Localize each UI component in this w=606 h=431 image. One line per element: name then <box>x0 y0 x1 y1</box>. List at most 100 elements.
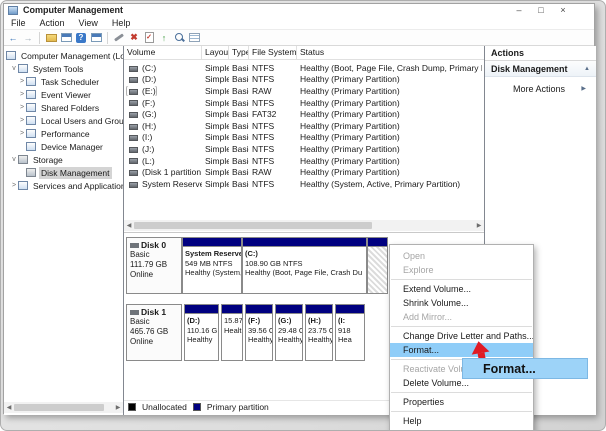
volume-row[interactable]: (I:) SimpleBasic NTFSHealthy (Primary Pa… <box>124 132 484 144</box>
minimize-button[interactable]: – <box>512 4 526 17</box>
partition-color-bar <box>306 305 332 314</box>
volume-row[interactable]: (G:) SimpleBasic FAT32Healthy (Primary P… <box>124 108 484 120</box>
collapse-icon[interactable]: ▲ <box>584 66 590 72</box>
scrollbar-thumb[interactable] <box>134 222 372 229</box>
properties-window-icon[interactable] <box>90 32 102 44</box>
more-actions-item[interactable]: More Actions ▶ <box>485 81 596 96</box>
chevron-collapsed-icon[interactable]: > <box>18 78 26 85</box>
panel-divider <box>124 232 484 233</box>
volume-row[interactable]: (H:) SimpleBasic NTFSHealthy (Primary Pa… <box>124 120 484 132</box>
tree-item-device-manager[interactable]: Device Manager <box>26 140 105 153</box>
partition-f[interactable]: (F:) 39.56 G Healthy <box>245 304 273 361</box>
tree-item-services-applications[interactable]: > Services and Applications <box>10 179 124 192</box>
search-icon[interactable] <box>173 32 185 44</box>
chevron-collapsed-icon[interactable]: > <box>18 130 26 137</box>
scroll-left-icon[interactable]: ◀ <box>4 404 14 411</box>
scroll-left-icon[interactable]: ◀ <box>124 222 134 229</box>
partition-system-reserved[interactable]: System Reserve 549 MB NTFS Healthy (Syst… <box>182 237 242 294</box>
tree-item-storage[interactable]: v Storage <box>10 153 65 166</box>
scroll-right-icon[interactable]: ▶ <box>113 404 123 411</box>
menu-item-change-drive-letter[interactable]: Change Drive Letter and Paths... <box>390 329 533 343</box>
volume-row[interactable]: System Reserved (K:) SimpleBasic NTFSHea… <box>124 178 484 190</box>
chevron-expanded-icon[interactable]: v <box>10 156 18 163</box>
menu-item-open[interactable]: Open <box>390 249 533 263</box>
partition-c[interactable]: (C:) 108.90 GB NTFS Healthy (Boot, Page … <box>242 237 367 294</box>
menu-separator <box>391 392 532 393</box>
scrollbar-thumb[interactable] <box>14 404 104 411</box>
menu-file[interactable]: File <box>4 17 33 30</box>
chevron-collapsed-icon[interactable]: > <box>18 91 26 98</box>
chevron-expanded-icon[interactable]: v <box>10 65 18 72</box>
menu-item-properties[interactable]: Properties <box>390 395 533 409</box>
check-document-icon[interactable]: ✓ <box>143 32 155 44</box>
chevron-collapsed-icon[interactable]: > <box>18 104 26 111</box>
menu-item-extend-volume[interactable]: Extend Volume... <box>390 282 533 296</box>
volume-list-horizontal-scrollbar[interactable]: ◀ ▶ <box>124 220 484 231</box>
details-view-icon[interactable] <box>188 32 200 44</box>
menu-item-add-mirror[interactable]: Add Mirror... <box>390 310 533 324</box>
volume-icon <box>129 66 138 72</box>
menu-item-explore[interactable]: Explore <box>390 263 533 277</box>
help-icon[interactable]: ? <box>75 32 87 44</box>
tree-item-local-users-groups[interactable]: > Local Users and Groups <box>18 114 124 127</box>
menu-item-format[interactable]: Format... <box>390 343 533 357</box>
scroll-right-icon[interactable]: ▶ <box>474 222 484 229</box>
disk1-label[interactable]: Disk 1 Basic 465.76 GB Online <box>126 304 182 361</box>
volume-icon <box>129 89 138 95</box>
volume-icon <box>129 182 138 188</box>
column-file-system[interactable]: File System <box>249 46 297 59</box>
volume-row[interactable]: (F:) SimpleBasic NTFSHealthy (Primary Pa… <box>124 97 484 109</box>
menu-item-shrink-volume[interactable]: Shrink Volume... <box>390 296 533 310</box>
menu-view[interactable]: View <box>72 17 105 30</box>
volume-row[interactable]: (E:) SimpleBasic RAWHealthy (Primary Par… <box>124 85 484 97</box>
menu-item-help[interactable]: Help <box>390 414 533 428</box>
volume-icon <box>129 158 138 164</box>
menu-help[interactable]: Help <box>105 17 138 30</box>
partition-clipped[interactable] <box>367 237 388 294</box>
volume-row[interactable]: (L:) SimpleBasic NTFSHealthy (Primary Pa… <box>124 155 484 167</box>
menu-bar: File Action View Help <box>4 17 594 30</box>
forward-icon[interactable]: → <box>22 32 34 44</box>
tree-item-disk-management[interactable]: Disk Management <box>26 166 112 179</box>
tree-horizontal-scrollbar[interactable]: ◀ ▶ <box>4 402 123 413</box>
close-button[interactable]: × <box>556 4 570 17</box>
partition-g[interactable]: (G:) 29.48 G Healthy <box>275 304 303 361</box>
volume-icon <box>129 135 138 141</box>
delete-icon[interactable]: ✖ <box>128 32 140 44</box>
chevron-collapsed-icon[interactable]: > <box>18 117 26 124</box>
column-status[interactable]: Status <box>297 46 482 59</box>
volume-row[interactable]: (C:) SimpleBasic NTFSHealthy (Boot, Page… <box>124 62 484 74</box>
menu-action[interactable]: Action <box>33 17 72 30</box>
disk0-label[interactable]: Disk 0 Basic 111.79 GB Online <box>126 237 182 294</box>
column-type[interactable]: Type <box>229 46 249 59</box>
context-menu: Open Explore Extend Volume... Shrink Vol… <box>389 244 534 431</box>
pointer-tool-icon[interactable] <box>113 32 125 44</box>
tree-item-event-viewer[interactable]: > Event Viewer <box>18 88 93 101</box>
partition-d[interactable]: (D:) 110.16 G Healthy <box>184 304 219 361</box>
column-layout[interactable]: Layout <box>202 46 229 59</box>
chevron-collapsed-icon[interactable]: > <box>10 182 18 189</box>
volume-icon <box>129 77 138 83</box>
submenu-arrow-icon: ▶ <box>581 85 586 92</box>
tree-item-performance[interactable]: > Performance <box>18 127 92 140</box>
back-icon[interactable]: ← <box>7 32 19 44</box>
tree-item-task-scheduler[interactable]: > Task Scheduler <box>18 75 101 88</box>
volume-row[interactable]: (D:) SimpleBasic NTFSHealthy (Primary Pa… <box>124 74 484 86</box>
column-volume[interactable]: Volume <box>124 46 202 59</box>
menu-separator <box>391 279 532 280</box>
maximize-button[interactable]: □ <box>534 4 548 17</box>
partition-i[interactable]: (I: 918 Hea <box>335 304 365 361</box>
tree-item-shared-folders[interactable]: > Shared Folders <box>18 101 101 114</box>
partition-disk1-p2[interactable]: 15.87 ( Health <box>221 304 243 361</box>
device-manager-icon <box>26 142 36 151</box>
actions-group-disk-management[interactable]: Disk Management ▲ <box>485 61 596 77</box>
volume-row[interactable]: (J:) SimpleBasic NTFSHealthy (Primary Pa… <box>124 143 484 155</box>
console-window-icon[interactable] <box>60 32 72 44</box>
up-arrow-icon[interactable]: ↑ <box>158 32 170 44</box>
tree-item-computer-management[interactable]: Computer Management (Local <box>6 49 124 62</box>
tree-item-system-tools[interactable]: v System Tools <box>10 62 85 75</box>
volume-row[interactable]: (Disk 1 partition 2) SimpleBasic RAWHeal… <box>124 166 484 178</box>
console-tree-icon[interactable] <box>45 32 57 44</box>
partition-h[interactable]: (H:) 23.75 G Healthy <box>305 304 333 361</box>
task-scheduler-icon <box>26 77 36 86</box>
